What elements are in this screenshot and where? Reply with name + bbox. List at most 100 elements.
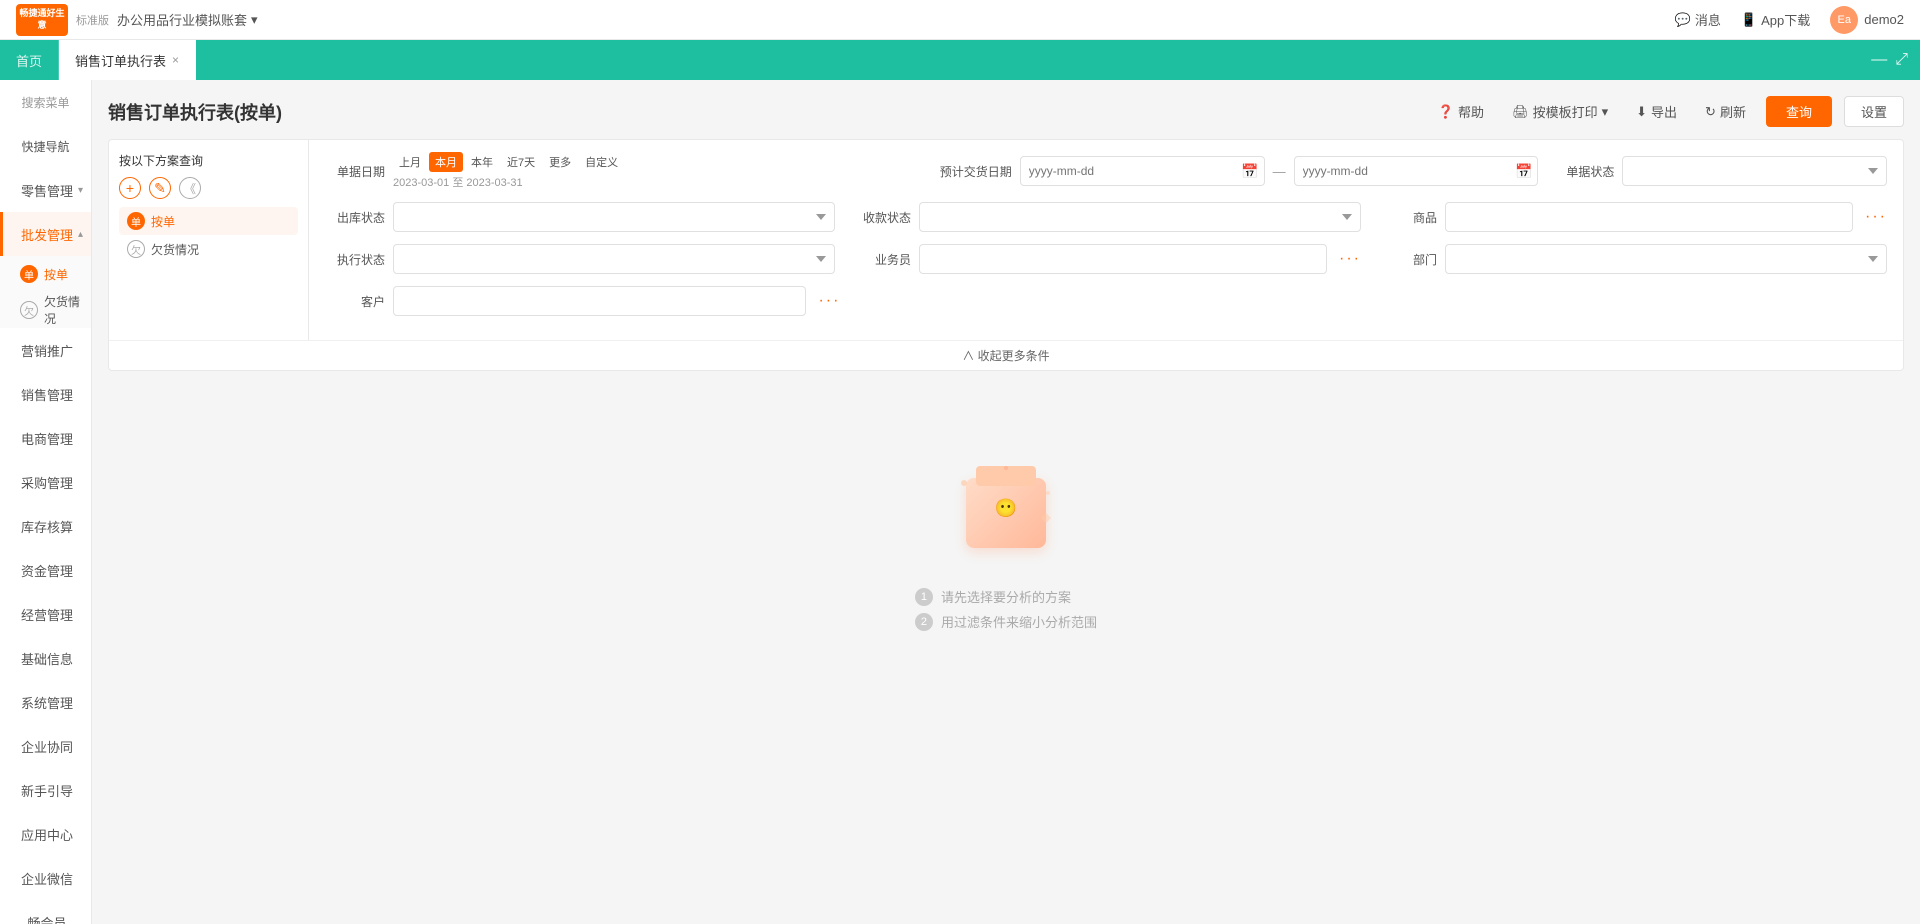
sidebar-quick-nav[interactable]: 快捷导航 bbox=[0, 124, 91, 168]
filter-item-customer: 客户 ··· bbox=[325, 286, 840, 316]
date-tab-more[interactable]: 更多 bbox=[543, 152, 577, 172]
delivery-status-label: 出库状态 bbox=[325, 209, 385, 226]
calendar-icon-to: 📅 bbox=[1515, 163, 1532, 180]
app-download-button[interactable]: 📱 App下载 bbox=[1741, 10, 1810, 29]
customer-input[interactable] bbox=[393, 286, 806, 316]
sidebar-sub-shortage[interactable]: 欠 欠货情况 bbox=[0, 292, 91, 328]
date-tab-this-year[interactable]: 本年 bbox=[465, 152, 499, 172]
main-content: 销售订单执行表(按单) ❓ 帮助 🖨 按模板打印 ▾ ⬇ 导出 ↻ 刷新 查询 … bbox=[92, 80, 1920, 924]
app-subtitle: 标准版 bbox=[76, 12, 109, 28]
empty-hints: 1 请先选择要分析的方案 2 用过滤条件来缩小分析范围 bbox=[915, 587, 1097, 637]
customer-more-icon[interactable]: ··· bbox=[818, 292, 840, 310]
page-title-bar: 销售订单执行表(按单) ❓ 帮助 🖨 按模板打印 ▾ ⬇ 导出 ↻ 刷新 查询 … bbox=[108, 96, 1904, 127]
chevron-down-icon: ▾ bbox=[1602, 104, 1609, 120]
print-button[interactable]: 🖨 按模板打印 ▾ bbox=[1504, 98, 1616, 125]
hint-number-2: 2 bbox=[915, 613, 933, 631]
header-left: 畅捷通好生意 标准版 办公用品行业模拟账套 ▾ bbox=[16, 4, 258, 36]
date-tab-custom[interactable]: 自定义 bbox=[579, 152, 624, 172]
payment-status-label: 收款状态 bbox=[851, 209, 911, 226]
filter-item-predicted-date: 预计交货日期 📅 — 📅 bbox=[940, 156, 1539, 186]
sidebar-item-system[interactable]: 系统管理 bbox=[0, 680, 91, 724]
sidebar-item-enterprise[interactable]: 企业协同 bbox=[0, 724, 91, 768]
collapse-scheme-button[interactable]: 《 bbox=[179, 177, 201, 199]
date-label: 单据日期 bbox=[325, 163, 385, 180]
nav-tabs: 首页 销售订单执行表 × — ⤢ bbox=[0, 40, 1920, 80]
sidebar-item-basic-info[interactable]: 基础信息 bbox=[0, 636, 91, 680]
empty-illustration: 😶 bbox=[956, 463, 1056, 563]
sidebar-sub-by-order[interactable]: 单 按单 bbox=[0, 256, 91, 292]
message-icon: 💬 bbox=[1675, 12, 1691, 28]
filter-row-1: 单据日期 上月 本月 本年 近7天 更多 自定义 2023-03-01 至 20… bbox=[325, 152, 1887, 190]
scheme-item-by-order[interactable]: 单 按单 bbox=[119, 207, 298, 235]
nav-tabs-right: — ⤢ bbox=[1871, 51, 1920, 69]
minimize-icon[interactable]: — bbox=[1871, 51, 1887, 69]
scheme-item-shortage[interactable]: 欠 欠货情况 bbox=[119, 235, 298, 263]
export-button[interactable]: ⬇ 导出 bbox=[1628, 98, 1685, 125]
filter-panel-inner: 按以下方案查询 + ✎ 《 单 按单 bbox=[109, 140, 1903, 340]
sidebar-item-enterprise-wechat[interactable]: 企业微信 bbox=[0, 856, 91, 900]
sidebar-sub-wholesale: 单 按单 欠 欠货情况 bbox=[0, 256, 91, 328]
sidebar-item-operations[interactable]: 经营管理 bbox=[0, 592, 91, 636]
sidebar-item-purchase[interactable]: 采购管理 bbox=[0, 460, 91, 504]
predicted-date-to-input[interactable] bbox=[1294, 156, 1539, 186]
date-separator: — bbox=[1269, 164, 1290, 179]
filter-item-delivery-status: 出库状态 bbox=[325, 202, 835, 232]
date-tab-this-month[interactable]: 本月 bbox=[429, 152, 463, 172]
delivery-status-select[interactable] bbox=[393, 202, 835, 232]
sidebar-item-ecommerce[interactable]: 电商管理 bbox=[0, 416, 91, 460]
header-right: 💬 消息 📱 App下载 Ea demo2 bbox=[1675, 6, 1904, 34]
customer-label: 客户 bbox=[325, 293, 385, 310]
tab-sales-order[interactable]: 销售订单执行表 × bbox=[59, 40, 196, 80]
messages-button[interactable]: 💬 消息 bbox=[1675, 10, 1721, 29]
app-logo: 畅捷通好生意 bbox=[16, 4, 68, 36]
order-status-select[interactable] bbox=[1622, 156, 1887, 186]
sidebar-item-sales[interactable]: 销售管理 bbox=[0, 372, 91, 416]
predicted-date-label: 预计交货日期 bbox=[940, 163, 1012, 180]
sidebar-item-inventory[interactable]: 库存核算 bbox=[0, 504, 91, 548]
department-label: 部门 bbox=[1377, 251, 1437, 268]
help-button[interactable]: ❓ 帮助 bbox=[1430, 98, 1492, 125]
predicted-date-from-input[interactable] bbox=[1020, 156, 1265, 186]
add-scheme-button[interactable]: + bbox=[119, 177, 141, 199]
sidebar-item-app-center[interactable]: 应用中心 bbox=[0, 812, 91, 856]
user-menu[interactable]: Ea demo2 bbox=[1830, 6, 1904, 34]
settings-button[interactable]: 设置 bbox=[1844, 96, 1904, 127]
sidebar-item-membership[interactable]: 畅会员 bbox=[0, 900, 91, 924]
filter-item-salesperson: 业务员 ··· bbox=[851, 244, 1361, 274]
chevron-down-icon: ▾ bbox=[251, 12, 258, 28]
collapse-bar[interactable]: ∧ 收起更多条件 bbox=[109, 340, 1903, 370]
sidebar-item-marketing[interactable]: 营销推广 bbox=[0, 328, 91, 372]
edit-scheme-button[interactable]: ✎ bbox=[149, 177, 171, 199]
refresh-button[interactable]: ↻ 刷新 bbox=[1697, 98, 1754, 125]
sidebar-item-guide[interactable]: 新手引导 bbox=[0, 768, 91, 812]
filter-item-payment-status: 收款状态 bbox=[851, 202, 1361, 232]
query-button[interactable]: 查询 bbox=[1766, 96, 1832, 127]
module-selector[interactable]: 办公用品行业模拟账套 ▾ bbox=[117, 10, 258, 29]
tab-close-icon[interactable]: × bbox=[172, 53, 179, 67]
execution-status-select[interactable] bbox=[393, 244, 835, 274]
payment-status-select[interactable] bbox=[919, 202, 1361, 232]
empty-state: 😶 1 请先选择要分析的方案 2 用过滤条件来缩小分析范围 bbox=[108, 383, 1904, 717]
print-icon: 🖨 bbox=[1512, 104, 1529, 120]
filter-fields: 单据日期 上月 本月 本年 近7天 更多 自定义 2023-03-01 至 20… bbox=[309, 140, 1903, 340]
maximize-icon[interactable]: ⤢ bbox=[1895, 51, 1908, 69]
collapse-icon: ∧ bbox=[962, 349, 977, 363]
chevron-down-icon: ▴ bbox=[78, 229, 83, 240]
goods-more-icon[interactable]: ··· bbox=[1865, 208, 1887, 226]
department-select[interactable] bbox=[1445, 244, 1887, 274]
tab-home[interactable]: 首页 bbox=[0, 40, 59, 80]
sidebar-search[interactable]: 搜索菜单 bbox=[0, 80, 91, 124]
sidebar-item-finance[interactable]: 资金管理 bbox=[0, 548, 91, 592]
date-range-text: 2023-03-01 至 2023-03-31 bbox=[393, 174, 924, 190]
salesperson-more-icon[interactable]: ··· bbox=[1339, 250, 1361, 268]
filter-item-date: 单据日期 上月 本月 本年 近7天 更多 自定义 2023-03-01 至 20… bbox=[325, 152, 924, 190]
scheme-active-icon: 单 bbox=[127, 212, 145, 230]
date-tab-last-month[interactable]: 上月 bbox=[393, 152, 427, 172]
active-dot-icon: 单 bbox=[20, 265, 38, 283]
date-tab-7days[interactable]: 近7天 bbox=[501, 152, 541, 172]
salesperson-input[interactable] bbox=[919, 244, 1327, 274]
goods-input[interactable] bbox=[1445, 202, 1853, 232]
empty-decoration bbox=[956, 463, 1056, 573]
sidebar-item-wholesale[interactable]: 批发管理 ▴ bbox=[0, 212, 91, 256]
sidebar-item-retail[interactable]: 零售管理 ▾ bbox=[0, 168, 91, 212]
